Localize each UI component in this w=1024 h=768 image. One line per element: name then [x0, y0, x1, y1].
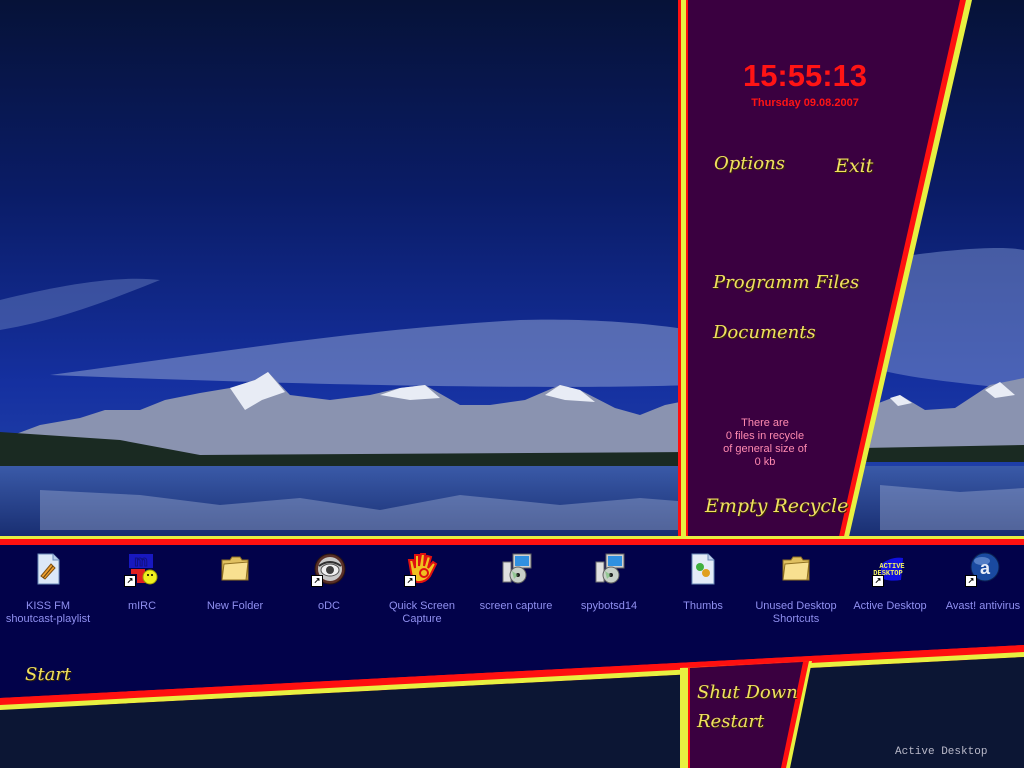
desktop-icon-row: KISS FM shoutcast-playlist m ↗ mIRC New F…	[0, 548, 1024, 638]
desktop-icon-thumbs[interactable]: Thumbs	[656, 548, 750, 613]
documents-link[interactable]: Documents	[713, 322, 816, 343]
eye-icon: ↗	[311, 552, 346, 587]
icon-label: spybotsd14	[580, 600, 638, 612]
active-desktop-watermark: Active Desktop	[895, 746, 988, 758]
icon-label: Thumbs	[683, 600, 723, 612]
program-files-link[interactable]: Programm Files	[713, 272, 859, 293]
icon-label: New Folder	[206, 600, 264, 612]
desktop-icon-kiss-fm[interactable]: KISS FM shoutcast-playlist	[1, 548, 95, 626]
avast-icon: a ↗	[965, 552, 1000, 587]
desktop-icon-quick-screen-capture[interactable]: ↗ Quick Screen Capture	[375, 548, 469, 626]
icon-label: screen capture	[479, 600, 553, 612]
icon-label: Unused Desktop	[755, 600, 837, 612]
hand-icon: ↗	[404, 552, 439, 587]
recycle-info-line: 0 kb	[754, 456, 776, 468]
shortcut-arrow-icon: ↗	[965, 575, 977, 587]
shortcut-arrow-icon: ↗	[872, 575, 884, 587]
icon-label: Shortcuts	[772, 613, 820, 625]
system-file-icon	[686, 552, 720, 586]
shortcut-arrow-icon: ↗	[124, 575, 136, 587]
desktop-icon-odc[interactable]: ↗ oDC	[282, 548, 376, 613]
recycle-info-line: There are	[741, 417, 789, 429]
desktop-icon-unused-desktop-shortcuts[interactable]: Unused Desktop Shortcuts	[749, 548, 843, 626]
skin-frame	[0, 0, 1024, 768]
icon-label: Active Desktop	[853, 600, 927, 612]
playlist-file-icon	[31, 552, 65, 586]
mirc-icon: m ↗	[124, 552, 159, 587]
recycle-bin-status: There are 0 files in recycle of general …	[710, 417, 820, 469]
shut-down-button[interactable]: Shut Down	[697, 682, 798, 703]
restart-button[interactable]: Restart	[697, 711, 764, 732]
svg-text:a: a	[980, 558, 991, 578]
folder-icon	[218, 552, 252, 586]
desktop-icon-mirc[interactable]: m ↗ mIRC	[95, 548, 189, 613]
installer-icon	[499, 552, 533, 586]
icon-label: mIRC	[127, 600, 157, 612]
icon-label: Capture	[402, 613, 442, 625]
icon-label: oDC	[317, 600, 340, 612]
icon-label: shoutcast-playlist	[5, 613, 91, 625]
recycle-info-line: of general size of	[723, 443, 807, 455]
exit-button[interactable]: Exit	[835, 155, 873, 177]
active-desktop-icon: ACTIVE DESKTOP ↗	[872, 552, 907, 587]
start-button[interactable]: Start	[25, 664, 71, 685]
desktop-icon-spybotsd14[interactable]: spybotsd14	[562, 548, 656, 613]
empty-recycle-button[interactable]: Empty Recycle	[705, 495, 848, 517]
clock-time: 15:55:13	[742, 58, 868, 93]
installer-icon	[592, 552, 626, 586]
icon-label: Avast! antivirus	[945, 600, 1021, 612]
shortcut-arrow-icon: ↗	[311, 575, 323, 587]
recycle-info-line: 0 files in recycle	[725, 430, 805, 442]
desktop-icon-avast-antivirus[interactable]: a ↗ Avast! antivirus	[936, 548, 1024, 613]
options-button[interactable]: Options	[714, 153, 785, 174]
desktop-icon-new-folder[interactable]: New Folder	[188, 548, 282, 613]
icon-label: Quick Screen	[388, 600, 456, 612]
shortcut-arrow-icon: ↗	[404, 575, 416, 587]
desktop-icon-active-desktop[interactable]: ACTIVE DESKTOP ↗ Active Desktop	[843, 548, 937, 613]
folder-icon	[779, 552, 813, 586]
desktop-icon-screen-capture[interactable]: screen capture	[469, 548, 563, 613]
svg-text:m: m	[134, 553, 147, 570]
clock-date: Thursday 09.08.2007	[751, 97, 859, 109]
panel-left-yellow	[681, 0, 686, 541]
icon-label: KISS FM	[25, 600, 70, 612]
